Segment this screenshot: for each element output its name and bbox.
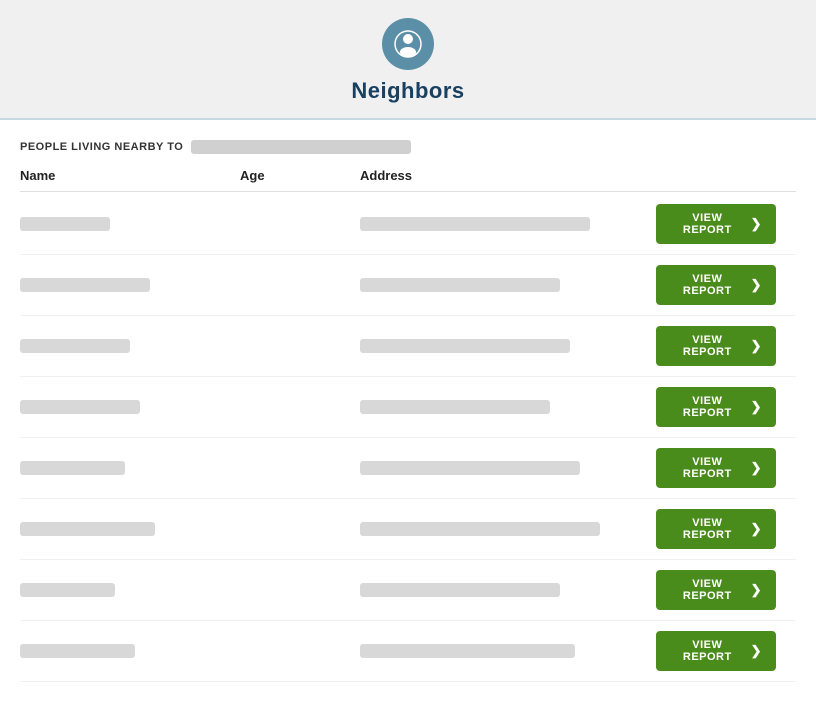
view-report-label: VIEW REPORT (670, 212, 745, 236)
row-action-cell: VIEW REPORT ❯ (656, 631, 796, 671)
table-header: Name Age Address (20, 164, 796, 192)
view-report-label: VIEW REPORT (670, 456, 745, 480)
address-blur-bar (360, 583, 560, 597)
chevron-right-icon: ❯ (751, 216, 762, 232)
view-report-button[interactable]: VIEW REPORT ❯ (656, 387, 776, 427)
person-icon (393, 29, 423, 59)
table-row: VIEW REPORT ❯ (20, 377, 796, 438)
view-report-label: VIEW REPORT (670, 334, 745, 358)
row-name-cell (20, 217, 240, 231)
row-address-cell (360, 522, 656, 536)
name-blur-bar (20, 522, 155, 536)
table-row: VIEW REPORT ❯ (20, 316, 796, 377)
section-label: PEOPLE LIVING NEARBY TO (20, 140, 796, 154)
section-label-text: PEOPLE LIVING NEARBY TO (20, 141, 183, 153)
name-blur-bar (20, 278, 150, 292)
view-report-label: VIEW REPORT (670, 639, 745, 663)
view-report-label: VIEW REPORT (670, 395, 745, 419)
chevron-right-icon: ❯ (751, 460, 762, 476)
chevron-right-icon: ❯ (751, 399, 762, 415)
section-label-bar (191, 140, 411, 154)
chevron-right-icon: ❯ (751, 277, 762, 293)
row-name-cell (20, 461, 240, 475)
row-address-cell (360, 339, 656, 353)
table-row: VIEW REPORT ❯ (20, 194, 796, 255)
page-content: PEOPLE LIVING NEARBY TO Name Age Address (0, 120, 816, 702)
header-icon-circle (382, 18, 434, 70)
row-name-cell (20, 400, 240, 414)
name-blur-bar (20, 217, 110, 231)
table-row: VIEW REPORT ❯ (20, 255, 796, 316)
row-name-cell (20, 644, 240, 658)
view-report-button[interactable]: VIEW REPORT ❯ (656, 448, 776, 488)
col-header-age: Age (240, 168, 360, 183)
col-header-address: Address (360, 168, 656, 183)
row-action-cell: VIEW REPORT ❯ (656, 448, 796, 488)
row-action-cell: VIEW REPORT ❯ (656, 387, 796, 427)
row-address-cell (360, 217, 656, 231)
view-report-button[interactable]: VIEW REPORT ❯ (656, 509, 776, 549)
address-blur-bar (360, 339, 570, 353)
view-report-button[interactable]: VIEW REPORT ❯ (656, 326, 776, 366)
name-blur-bar (20, 461, 125, 475)
view-report-button[interactable]: VIEW REPORT ❯ (656, 631, 776, 671)
name-blur-bar (20, 339, 130, 353)
table-row: VIEW REPORT ❯ (20, 621, 796, 682)
address-blur-bar (360, 217, 590, 231)
address-blur-bar (360, 522, 600, 536)
row-name-cell (20, 522, 240, 536)
table-row: VIEW REPORT ❯ (20, 438, 796, 499)
row-action-cell: VIEW REPORT ❯ (656, 265, 796, 305)
page-wrapper: Neighbors PEOPLE LIVING NEARBY TO Name A… (0, 0, 816, 702)
name-blur-bar (20, 644, 135, 658)
row-address-cell (360, 278, 656, 292)
chevron-right-icon: ❯ (751, 338, 762, 354)
table-body: VIEW REPORT ❯ VIEW REPORT ❯ (20, 194, 796, 682)
address-blur-bar (360, 400, 550, 414)
row-action-cell: VIEW REPORT ❯ (656, 326, 796, 366)
address-blur-bar (360, 461, 580, 475)
view-report-label: VIEW REPORT (670, 578, 745, 602)
view-report-button[interactable]: VIEW REPORT ❯ (656, 204, 776, 244)
col-header-name: Name (20, 168, 240, 183)
row-action-cell: VIEW REPORT ❯ (656, 204, 796, 244)
address-blur-bar (360, 644, 575, 658)
col-header-action (656, 168, 796, 183)
row-action-cell: VIEW REPORT ❯ (656, 509, 796, 549)
chevron-right-icon: ❯ (751, 521, 762, 537)
address-blur-bar (360, 278, 560, 292)
row-action-cell: VIEW REPORT ❯ (656, 570, 796, 610)
row-address-cell (360, 644, 656, 658)
view-report-button[interactable]: VIEW REPORT ❯ (656, 570, 776, 610)
view-report-label: VIEW REPORT (670, 273, 745, 297)
table-row: VIEW REPORT ❯ (20, 499, 796, 560)
row-name-cell (20, 339, 240, 353)
chevron-right-icon: ❯ (751, 643, 762, 659)
view-report-button[interactable]: VIEW REPORT ❯ (656, 265, 776, 305)
page-title: Neighbors (351, 78, 464, 104)
chevron-right-icon: ❯ (751, 582, 762, 598)
row-name-cell (20, 583, 240, 597)
row-name-cell (20, 278, 240, 292)
row-address-cell (360, 583, 656, 597)
view-report-label: VIEW REPORT (670, 517, 745, 541)
row-address-cell (360, 461, 656, 475)
row-address-cell (360, 400, 656, 414)
name-blur-bar (20, 583, 115, 597)
name-blur-bar (20, 400, 140, 414)
page-header: Neighbors (0, 0, 816, 120)
table-row: VIEW REPORT ❯ (20, 560, 796, 621)
